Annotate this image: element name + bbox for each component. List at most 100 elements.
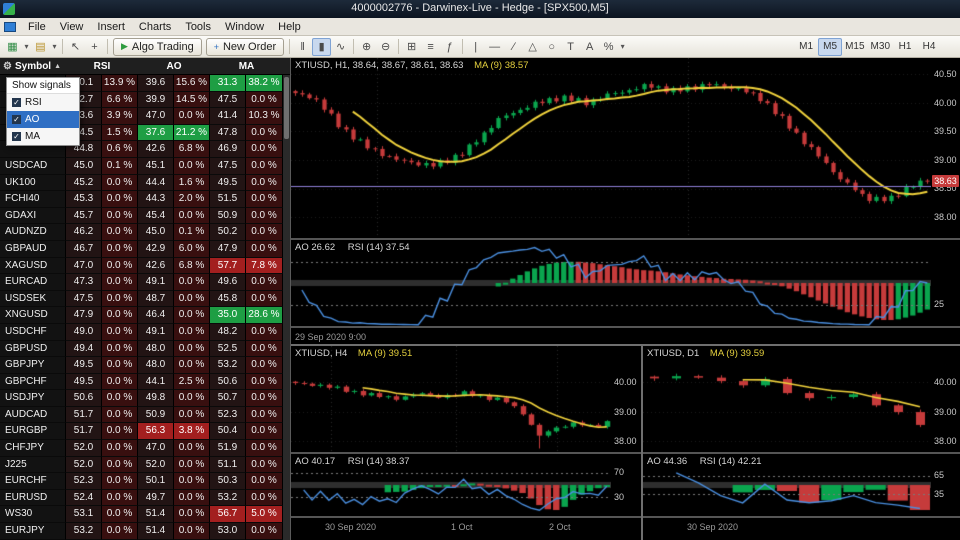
timeframe-h1[interactable]: H1 xyxy=(893,38,917,56)
table-row[interactable]: UK100 45.2 0.0 % 44.4 1.6 % 49.5 0.0 % xyxy=(0,174,283,192)
profiles-caret[interactable]: ▾ xyxy=(50,38,59,56)
algo-trading-button[interactable]: ▶ Algo Trading xyxy=(113,37,202,56)
table-row[interactable]: USDSEK 47.5 0.0 % 48.7 0.0 % 45.8 0.0 % xyxy=(0,290,283,308)
checkbox-checked-icon[interactable]: ✓ xyxy=(12,115,21,124)
d1-time-axis[interactable]: 30 Sep 2020 xyxy=(643,518,960,540)
value-cell: 0.0 % xyxy=(174,323,210,341)
table-row[interactable]: GBPJPY 49.5 0.0 % 48.0 0.0 % 53.2 0.0 % xyxy=(0,357,283,374)
h1-indicator-axis[interactable]: 25 xyxy=(931,240,960,326)
scrollbar-thumb[interactable] xyxy=(284,77,289,139)
dropdown-item-ao[interactable]: ✓ AO xyxy=(7,111,79,128)
table-row[interactable]: GBPUSD 49.4 0.0 % 48.0 0.0 % 52.5 0.0 % xyxy=(0,340,283,358)
symbol-cell: FCHI40 xyxy=(0,191,66,208)
new-chart-caret[interactable]: ▾ xyxy=(22,38,31,56)
value-cell: 0.0 % xyxy=(174,108,210,125)
h4-rsi-label: RSI (14) 38.37 xyxy=(347,456,410,467)
table-row[interactable]: USDJPY 50.6 0.0 % 49.8 0.0 % 50.7 0.0 % xyxy=(0,390,283,407)
symbol-cell: EURCHF xyxy=(0,473,66,490)
candlestick-icon[interactable]: ▮ xyxy=(312,37,332,56)
triangle-shape-icon[interactable]: △ xyxy=(523,38,542,56)
timeframe-group: M1 M5 M15 M30 H1 H4 xyxy=(794,37,941,56)
table-row[interactable]: XAGUSD 47.0 0.0 % 42.6 6.8 % 57.7 7.8 % xyxy=(0,257,283,275)
label-tool-icon[interactable]: A xyxy=(580,38,599,56)
timeframe-m30[interactable]: M30 xyxy=(868,38,893,56)
h4-symbol-label: XTIUSD, H4 xyxy=(295,348,348,359)
timeframe-m5[interactable]: M5 xyxy=(818,37,843,56)
h4-price-axis[interactable]: 40.00 39.00 38.00 xyxy=(611,346,641,452)
h1-price-canvas[interactable] xyxy=(291,58,931,238)
table-row[interactable]: GBPCHF 49.5 0.0 % 44.1 2.5 % 50.6 0.0 % xyxy=(0,373,283,391)
crosshair-icon[interactable]: + xyxy=(85,38,104,56)
trendline-icon[interactable]: ∕ xyxy=(504,38,523,56)
market-watch-scrollbar[interactable] xyxy=(283,75,290,540)
table-row[interactable]: XNGUSD 47.9 0.0 % 46.4 0.0 % 35.0 28.6 % xyxy=(0,307,283,324)
table-row[interactable]: CHFJPY 52.0 0.0 % 47.0 0.0 % 51.9 0.0 % xyxy=(0,440,283,457)
menu-view[interactable]: View xyxy=(53,20,91,34)
value-cell: 53.1 xyxy=(66,506,102,524)
tools-caret[interactable]: ▾ xyxy=(618,38,627,56)
line-chart-icon[interactable]: ∿ xyxy=(331,38,350,56)
horizontal-line-icon[interactable]: — xyxy=(485,38,504,56)
d1-price-canvas[interactable] xyxy=(643,346,931,452)
ma-column-header[interactable]: MA xyxy=(210,61,283,72)
menu-charts[interactable]: Charts xyxy=(132,20,178,34)
mt5-window: { "window": { "title": "4000002776 - Dar… xyxy=(0,0,960,540)
cursor-icon[interactable]: ↖ xyxy=(66,38,85,56)
text-tool-icon[interactable]: T xyxy=(561,38,580,56)
symbol-header[interactable]: ⚙ Symbol ▲ xyxy=(0,61,66,72)
table-row[interactable]: AUDNZD 46.2 0.0 % 45.0 0.1 % 50.2 0.0 % xyxy=(0,224,283,241)
menu-help[interactable]: Help xyxy=(271,20,308,34)
dropdown-item-rsi[interactable]: ✓ RSI xyxy=(7,94,79,111)
timeframe-m1[interactable]: M1 xyxy=(794,38,818,56)
zoom-out-icon[interactable]: ⊖ xyxy=(376,38,395,56)
checkbox-checked-icon[interactable]: ✓ xyxy=(12,132,21,141)
h1-time-axis[interactable]: 29 Sep 2020 9:00 xyxy=(291,328,960,344)
d1-rsi-label: RSI (14) 42.21 xyxy=(699,456,762,467)
rsi-column-header[interactable]: RSI xyxy=(66,61,138,72)
table-row[interactable]: GDAXI 45.7 0.0 % 45.4 0.0 % 50.9 0.0 % xyxy=(0,207,283,225)
window-list-icon[interactable]: ≡ xyxy=(421,38,440,56)
vertical-line-icon[interactable]: | xyxy=(466,38,485,56)
d1-indicator-axis[interactable]: 65 35 xyxy=(931,454,960,516)
bar-chart-icon[interactable]: ‖ xyxy=(293,38,312,56)
value-cell: 52.0 xyxy=(66,456,102,474)
table-row[interactable]: EURCHF 52.3 0.0 % 50.1 0.0 % 50.3 0.0 % xyxy=(0,473,283,490)
table-row[interactable]: USDCHF 49.0 0.0 % 49.1 0.0 % 48.2 0.0 % xyxy=(0,323,283,341)
indicators-icon[interactable]: ƒ xyxy=(440,38,459,56)
tile-windows-icon[interactable]: ⊞ xyxy=(402,38,421,56)
table-row[interactable]: FCHI40 45.3 0.0 % 44.3 2.0 % 51.5 0.0 % xyxy=(0,191,283,208)
fibo-tool-icon[interactable]: % xyxy=(599,38,618,56)
ao-column-header[interactable]: AO xyxy=(138,61,210,72)
h1-price-axis[interactable]: 40.50 40.00 39.50 39.00 38.50 38.00 38.6… xyxy=(931,58,960,238)
value-cell: 50.2 xyxy=(210,224,246,241)
table-row[interactable]: J225 52.0 0.0 % 52.0 0.0 % 51.1 0.0 % xyxy=(0,456,283,474)
d1-price-axis[interactable]: 40.00 39.00 38.00 xyxy=(931,346,960,452)
h4-indicator-axis[interactable]: 70 30 xyxy=(611,454,641,516)
menu-window[interactable]: Window xyxy=(218,20,271,34)
ellipse-shape-icon[interactable]: ○ xyxy=(542,38,561,56)
h4-time-axis[interactable]: 30 Sep 2020 1 Oct 2 Oct xyxy=(291,518,641,540)
dropdown-item-ma[interactable]: ✓ MA xyxy=(7,128,79,145)
zoom-in-icon[interactable]: ⊕ xyxy=(357,38,376,56)
gear-icon[interactable]: ⚙ xyxy=(3,61,12,72)
value-cell: 0.0 % xyxy=(246,406,283,424)
table-row[interactable]: GBPAUD 46.7 0.0 % 42.9 6.0 % 47.9 0.0 % xyxy=(0,240,283,258)
table-row[interactable]: AUDCAD 51.7 0.0 % 50.9 0.0 % 52.3 0.0 % xyxy=(0,406,283,424)
h4-price-canvas[interactable] xyxy=(291,346,611,452)
table-row[interactable]: EURUSD 52.4 0.0 % 49.7 0.0 % 53.2 0.0 % xyxy=(0,489,283,507)
timeframe-m15[interactable]: M15 xyxy=(842,38,867,56)
timeframe-h4[interactable]: H4 xyxy=(917,38,941,56)
checkbox-checked-icon[interactable]: ✓ xyxy=(12,98,21,107)
table-row[interactable]: WS30 53.1 0.0 % 51.4 0.0 % 56.7 5.0 % xyxy=(0,506,283,524)
profiles-icon[interactable]: ▤ xyxy=(31,38,50,56)
table-row[interactable]: EURJPY 53.2 0.0 % 51.4 0.0 % 53.0 0.0 % xyxy=(0,523,283,540)
value-cell: 45.2 xyxy=(66,174,102,192)
table-row[interactable]: USDCAD 45.0 0.1 % 45.1 0.0 % 47.5 0.0 % xyxy=(0,157,283,175)
table-row[interactable]: EURCAD 47.3 0.0 % 49.1 0.0 % 49.6 0.0 % xyxy=(0,274,283,291)
table-row[interactable]: EURGBP 51.7 0.0 % 56.3 3.8 % 50.4 0.0 % xyxy=(0,423,283,441)
menu-insert[interactable]: Insert xyxy=(90,20,132,34)
menu-file[interactable]: File xyxy=(21,20,53,34)
new-chart-icon[interactable]: ▦ xyxy=(3,38,22,56)
new-order-button[interactable]: + New Order xyxy=(205,37,285,56)
menu-tools[interactable]: Tools xyxy=(178,20,218,34)
